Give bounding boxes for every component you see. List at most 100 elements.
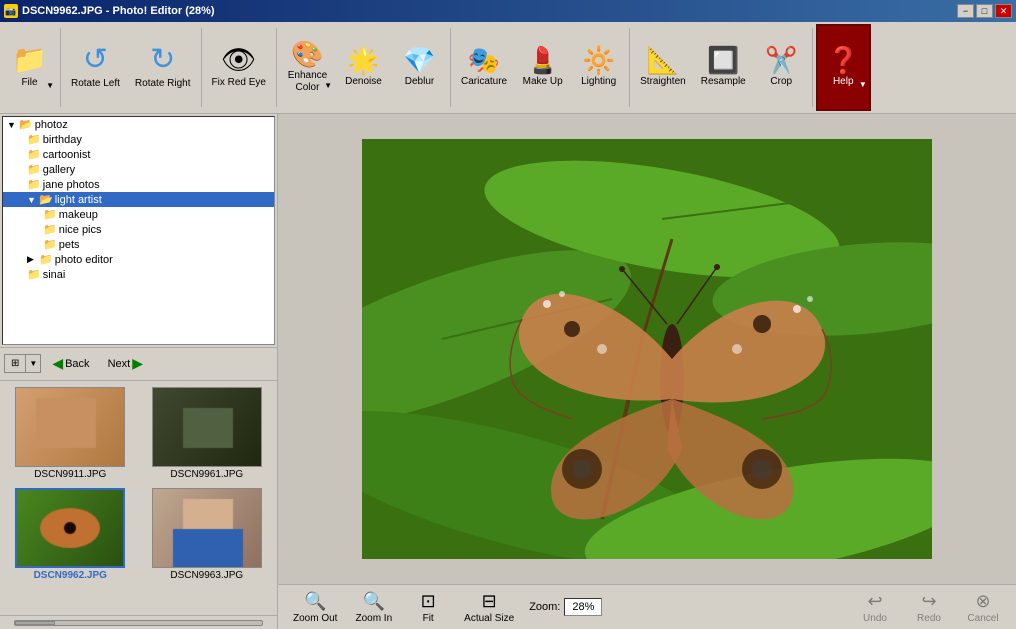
- folder-icon-sinai: 📁: [27, 268, 41, 281]
- next-label: Next: [108, 358, 131, 370]
- tree-item-birthday[interactable]: 📁 birthday: [3, 132, 274, 147]
- denoise-button[interactable]: 🌟 Denoise: [336, 24, 391, 111]
- resample-label: Resample: [701, 76, 746, 88]
- deblur-button[interactable]: 💎 Deblur: [392, 24, 447, 111]
- thumbnail-dscn9963[interactable]: DSCN9963.JPG: [141, 486, 274, 583]
- crop-label: Crop: [770, 76, 792, 88]
- rotate-left-button[interactable]: ↺ Rotate Left: [64, 24, 127, 111]
- redo-label: Redo: [917, 613, 941, 624]
- cancel-button: ⊗ Cancel: [958, 587, 1008, 628]
- thumb-canvas-9961: [153, 388, 261, 466]
- butterfly-image: [362, 139, 932, 559]
- folder-icon-birthday: 📁: [27, 133, 41, 146]
- view-arrow-icon: ▼: [26, 356, 40, 371]
- expand-icon: ▼: [7, 120, 17, 130]
- undo-button: ↩ Undo: [850, 587, 900, 628]
- crop-button[interactable]: ✂️ Crop: [754, 24, 809, 111]
- help-label: Help: [833, 76, 854, 88]
- title-bar: 📷 DSCN9962.JPG - Photo! Editor (28%) − □…: [0, 0, 1016, 22]
- tree-item-light-artist[interactable]: ▼ 📂 light artist: [3, 192, 274, 207]
- thumbnail-label-dscn9963: DSCN9963.JPG: [170, 570, 243, 581]
- tree-label-jane-photos: jane photos: [43, 179, 100, 191]
- expand-icon-light-artist: ▼: [27, 195, 37, 205]
- fit-button[interactable]: ⊡ Fit: [403, 587, 453, 628]
- back-label: Back: [65, 358, 89, 370]
- rotate-right-icon: ↻: [150, 45, 175, 75]
- back-arrow-icon: ◀: [52, 355, 63, 372]
- thumbnail-dscn9961[interactable]: DSCN9961.JPG: [141, 385, 274, 482]
- tree-item-photoz[interactable]: ▼ 📂 photoz: [3, 117, 274, 132]
- help-button[interactable]: ❓ Help ▼: [816, 24, 871, 111]
- tree-item-gallery[interactable]: 📁 gallery: [3, 162, 274, 177]
- tree-label-cartoonist: cartoonist: [43, 149, 91, 161]
- thumbnail-dscn9962[interactable]: DSCN9962.JPG: [4, 486, 137, 583]
- zoom-out-icon: 🔍: [304, 591, 326, 612]
- caricature-button[interactable]: 🎭 Caricature: [454, 24, 514, 111]
- tree-item-pets[interactable]: 📁 pets: [3, 237, 274, 252]
- image-canvas: [278, 114, 1016, 584]
- rotate-right-button[interactable]: ↻ Rotate Right: [128, 24, 198, 111]
- enhance-color-label: EnhanceColor: [288, 70, 327, 94]
- tree-item-nice-pics[interactable]: 📁 nice pics: [3, 222, 274, 237]
- window-controls[interactable]: − □ ✕: [957, 4, 1012, 18]
- left-panel: ▼ 📂 photoz 📁 birthday 📁 cartoonist 📁 gal…: [0, 114, 278, 629]
- caricature-icon: 🎭: [468, 47, 500, 73]
- minimize-button[interactable]: −: [957, 4, 974, 18]
- lighting-button[interactable]: 🔆 Lighting: [571, 24, 626, 111]
- tree-scroll-area[interactable]: ▼ 📂 photoz 📁 birthday 📁 cartoonist 📁 gal…: [3, 117, 274, 344]
- thumbnail-dscn9911[interactable]: DSCN9911.JPG: [4, 385, 137, 482]
- tree-item-sinai[interactable]: 📁 sinai: [3, 267, 274, 282]
- scrollbar-thumb[interactable]: [15, 621, 55, 625]
- app-icon: 📷: [4, 4, 18, 18]
- folder-icon-gallery: 📁: [27, 163, 41, 176]
- close-button[interactable]: ✕: [995, 4, 1012, 18]
- zoom-input[interactable]: [564, 598, 602, 616]
- separator-3: [276, 28, 277, 107]
- tree-item-makeup[interactable]: 📁 makeup: [3, 207, 274, 222]
- folder-icon-photoz: 📂: [19, 118, 33, 131]
- back-button[interactable]: ◀ Back: [45, 352, 96, 375]
- file-tree[interactable]: ▼ 📂 photoz 📁 birthday 📁 cartoonist 📁 gal…: [2, 116, 275, 345]
- tree-item-jane-photos[interactable]: 📁 jane photos: [3, 177, 274, 192]
- separator-4: [450, 28, 451, 107]
- make-up-label: Make Up: [523, 76, 563, 88]
- actual-size-icon: ⊟: [482, 591, 497, 612]
- fix-red-eye-button[interactable]: 👁 Fix Red Eye: [205, 24, 273, 111]
- actual-size-button[interactable]: ⊟ Actual Size: [457, 587, 521, 628]
- separator-1: [60, 28, 61, 107]
- view-button[interactable]: ⊞ ▼: [4, 354, 41, 373]
- deblur-label: Deblur: [405, 76, 434, 88]
- undo-label: Undo: [863, 613, 887, 624]
- rotate-left-icon: ↺: [83, 45, 108, 75]
- folder-icon-light-artist: 📂: [39, 193, 53, 206]
- rotate-left-label: Rotate Left: [71, 78, 120, 90]
- make-up-button[interactable]: 💄 Make Up: [515, 24, 570, 111]
- thumb-canvas-9911: [16, 388, 124, 466]
- tree-label-light-artist: light artist: [55, 194, 102, 206]
- straighten-button[interactable]: 📐 Straighten: [633, 24, 693, 111]
- tree-item-cartoonist[interactable]: 📁 cartoonist: [3, 147, 274, 162]
- zoom-in-button[interactable]: 🔍 Zoom In: [348, 587, 399, 628]
- zoom-label: Zoom:: [529, 601, 560, 613]
- enhance-color-button[interactable]: 🎨 EnhanceColor ▼: [280, 24, 335, 111]
- tree-item-photo-editor[interactable]: ▶ 📁 photo editor: [3, 252, 274, 267]
- enhance-color-icon: 🎨: [291, 41, 323, 67]
- straighten-label: Straighten: [640, 76, 686, 88]
- deblur-icon: 💎: [403, 47, 435, 73]
- denoise-label: Denoise: [345, 76, 382, 88]
- thumbnail-label-dscn9961: DSCN9961.JPG: [170, 469, 243, 480]
- help-icon: ❓: [827, 47, 859, 73]
- next-button[interactable]: Next ▶: [101, 352, 150, 375]
- file-button[interactable]: 📁 File ▼: [2, 24, 57, 111]
- thumbnail-image-dscn9962: [15, 488, 125, 568]
- help-arrow-icon: ▼: [859, 80, 867, 89]
- maximize-button[interactable]: □: [976, 4, 993, 18]
- main-content: ▼ 📂 photoz 📁 birthday 📁 cartoonist 📁 gal…: [0, 114, 1016, 629]
- zoom-out-button[interactable]: 🔍 Zoom Out: [286, 587, 344, 628]
- horizontal-scrollbar[interactable]: [0, 615, 277, 629]
- resample-button[interactable]: 🔲 Resample: [694, 24, 753, 111]
- fit-label: Fit: [423, 613, 434, 624]
- folder-icon-cartoonist: 📁: [27, 148, 41, 161]
- file-icon: 📁: [12, 46, 47, 74]
- thumbnail-grid: DSCN9911.JPG DSCN9961.JPG DSCN9962.JPG: [0, 381, 277, 616]
